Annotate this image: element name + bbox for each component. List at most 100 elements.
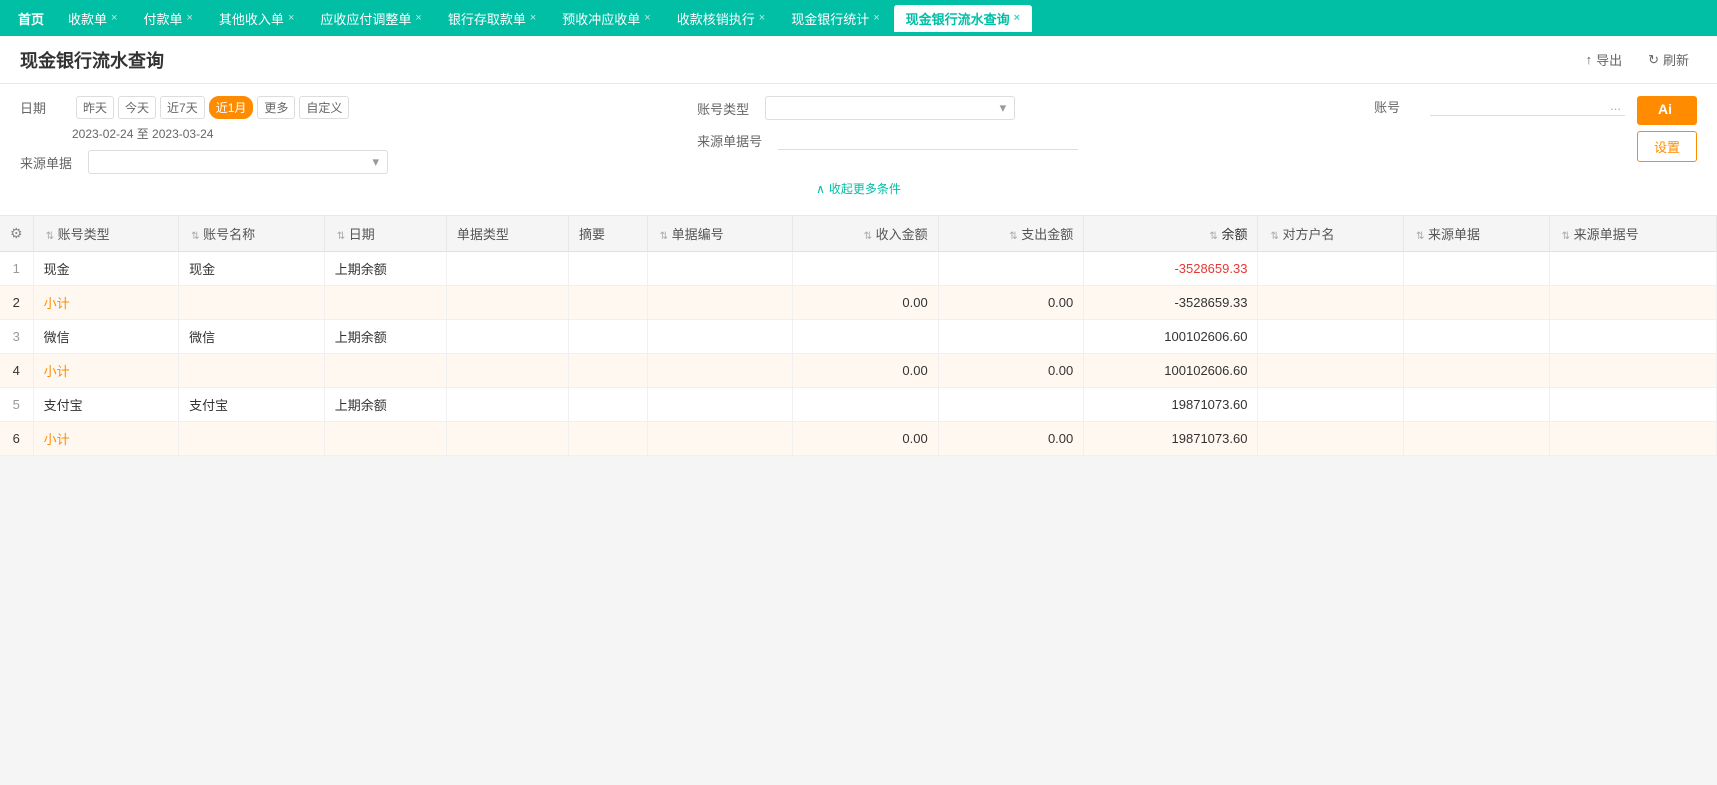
cell-num: 4: [0, 354, 33, 388]
header-actions: ↑ 导出 ↻ 刷新: [1578, 46, 1697, 73]
refresh-button[interactable]: ↻ 刷新: [1640, 46, 1697, 73]
th-source-doc-no[interactable]: ⇅ 来源单据号: [1549, 216, 1716, 252]
cell-account-type: 小计: [33, 422, 179, 456]
cell-balance: 19871073.60: [1084, 388, 1258, 422]
date-btn-7days[interactable]: 近7天: [160, 96, 205, 119]
settings-button[interactable]: 设置: [1637, 131, 1697, 162]
table-row: 1 现金 现金 上期余额 -3528659.33: [0, 252, 1717, 286]
sort-icon: ⇅: [1009, 231, 1017, 242]
cell-balance: 100102606.60: [1084, 320, 1258, 354]
source-doc-select[interactable]: ▾: [88, 150, 388, 174]
nav-tab-yinhangcunku[interactable]: 银行存取款单 ×: [436, 5, 548, 32]
nav-tab-fukuandan[interactable]: 付款单 ×: [131, 5, 204, 32]
ai-badge[interactable]: Ai: [1644, 97, 1686, 121]
close-icon[interactable]: ×: [415, 12, 421, 24]
close-icon[interactable]: ×: [873, 12, 879, 24]
account-type-select[interactable]: ▾: [765, 96, 1015, 120]
cell-counterpart: [1258, 354, 1404, 388]
th-counterpart[interactable]: ⇅ 对方户名: [1258, 216, 1404, 252]
cell-expense: [938, 320, 1084, 354]
close-icon[interactable]: ×: [1014, 12, 1020, 24]
nav-home[interactable]: 首页: [8, 5, 54, 32]
export-button[interactable]: ↑ 导出: [1578, 46, 1631, 73]
page-title: 现金银行流水查询: [20, 47, 164, 73]
nav-tab-shoukuandan[interactable]: 收款单 ×: [56, 5, 129, 32]
cell-date: 上期余额: [324, 252, 446, 286]
cell-summary: [568, 286, 647, 320]
sort-icon: ⇅: [1270, 231, 1278, 242]
account-label: 账号: [1374, 97, 1414, 116]
cell-date: [324, 354, 446, 388]
collapse-bar[interactable]: ∧ 收起更多条件: [20, 174, 1697, 203]
filter-row-date: 日期 昨天 今天 近7天 近1月 更多 自定义: [20, 96, 677, 119]
close-icon[interactable]: ×: [644, 12, 650, 24]
cell-account-type: 小计: [33, 354, 179, 388]
cell-counterpart: [1258, 388, 1404, 422]
nav-tab-liushui[interactable]: 现金银行流水查询 ×: [894, 5, 1032, 32]
nav-tab-qitashouruan[interactable]: 其他收入单 ×: [207, 5, 306, 32]
cell-income: 0.00: [793, 422, 939, 456]
sort-icon: ⇅: [1562, 231, 1570, 242]
date-range-display: 2023-02-24 至 2023-03-24: [72, 127, 213, 141]
filter-row-account: 账号 ...: [1374, 96, 1625, 116]
th-settings[interactable]: ⚙: [0, 216, 33, 252]
source-doc-no-input-wrap: [778, 130, 1078, 150]
cell-doc-no: [647, 422, 793, 456]
cell-account-name: 现金: [179, 252, 325, 286]
cell-doc-type: [446, 354, 568, 388]
ellipsis-icon[interactable]: ...: [1610, 98, 1621, 113]
th-date[interactable]: ⇅ 日期: [324, 216, 446, 252]
nav-tab-shoukuanhexiao[interactable]: 收款核销执行 ×: [665, 5, 777, 32]
th-account-name[interactable]: ⇅ 账号名称: [179, 216, 325, 252]
date-btn-today[interactable]: 今天: [118, 96, 156, 119]
date-btn-custom[interactable]: 自定义: [299, 96, 349, 119]
cell-num: 6: [0, 422, 33, 456]
nav-tab-xianjinyinhang[interactable]: 现金银行统计 ×: [779, 5, 891, 32]
date-btn-yesterday[interactable]: 昨天: [76, 96, 114, 119]
cell-source-doc-no: [1549, 422, 1716, 456]
cell-date: 上期余额: [324, 320, 446, 354]
th-account-type[interactable]: ⇅ 账号类型: [33, 216, 179, 252]
close-icon[interactable]: ×: [759, 12, 765, 24]
th-source-doc[interactable]: ⇅ 来源单据: [1404, 216, 1550, 252]
source-doc-no-input[interactable]: [782, 132, 1074, 147]
cell-balance: -3528659.33: [1084, 286, 1258, 320]
sort-icon: ⇅: [337, 231, 345, 242]
account-input-wrap: ...: [1430, 96, 1625, 116]
close-icon[interactable]: ×: [530, 12, 536, 24]
cell-account-name: 支付宝: [179, 388, 325, 422]
date-btn-more[interactable]: 更多: [257, 96, 295, 119]
cell-source-doc-no: [1549, 320, 1716, 354]
cell-doc-no: [647, 320, 793, 354]
export-icon: ↑: [1586, 52, 1593, 67]
source-doc-label: 来源单据: [20, 153, 72, 172]
th-balance[interactable]: ⇅ 余额: [1084, 216, 1258, 252]
cell-source-doc: [1404, 388, 1550, 422]
date-btn-1month[interactable]: 近1月: [209, 96, 254, 119]
th-doc-no[interactable]: ⇅ 单据编号: [647, 216, 793, 252]
nav-tab-yingshouyingfu[interactable]: 应收应付调整单 ×: [308, 5, 433, 32]
cell-account-type: 微信: [33, 320, 179, 354]
sort-icon: ⇅: [864, 231, 872, 242]
close-icon[interactable]: ×: [186, 12, 192, 24]
cell-income: [793, 320, 939, 354]
close-icon[interactable]: ×: [288, 12, 294, 24]
close-icon[interactable]: ×: [111, 12, 117, 24]
gear-icon: ⚙: [10, 225, 23, 241]
cell-account-name: [179, 422, 325, 456]
account-input[interactable]: [1434, 98, 1610, 113]
refresh-icon: ↻: [1648, 52, 1659, 68]
cell-source-doc: [1404, 354, 1550, 388]
cell-balance: 19871073.60: [1084, 422, 1258, 456]
source-doc-no-label: 来源单据号: [697, 131, 762, 150]
cell-account-name: 微信: [179, 320, 325, 354]
cell-income: 0.00: [793, 354, 939, 388]
cell-doc-type: [446, 286, 568, 320]
filter-area: 日期 昨天 今天 近7天 近1月 更多 自定义 2023-02-24 至 202…: [0, 84, 1717, 216]
nav-tab-yushouchen[interactable]: 预收冲应收单 ×: [550, 5, 662, 32]
cell-balance: -3528659.33: [1084, 252, 1258, 286]
cell-doc-type: [446, 422, 568, 456]
th-income[interactable]: ⇅ 收入金额: [793, 216, 939, 252]
th-expense[interactable]: ⇅ 支出金额: [938, 216, 1084, 252]
cell-summary: [568, 422, 647, 456]
